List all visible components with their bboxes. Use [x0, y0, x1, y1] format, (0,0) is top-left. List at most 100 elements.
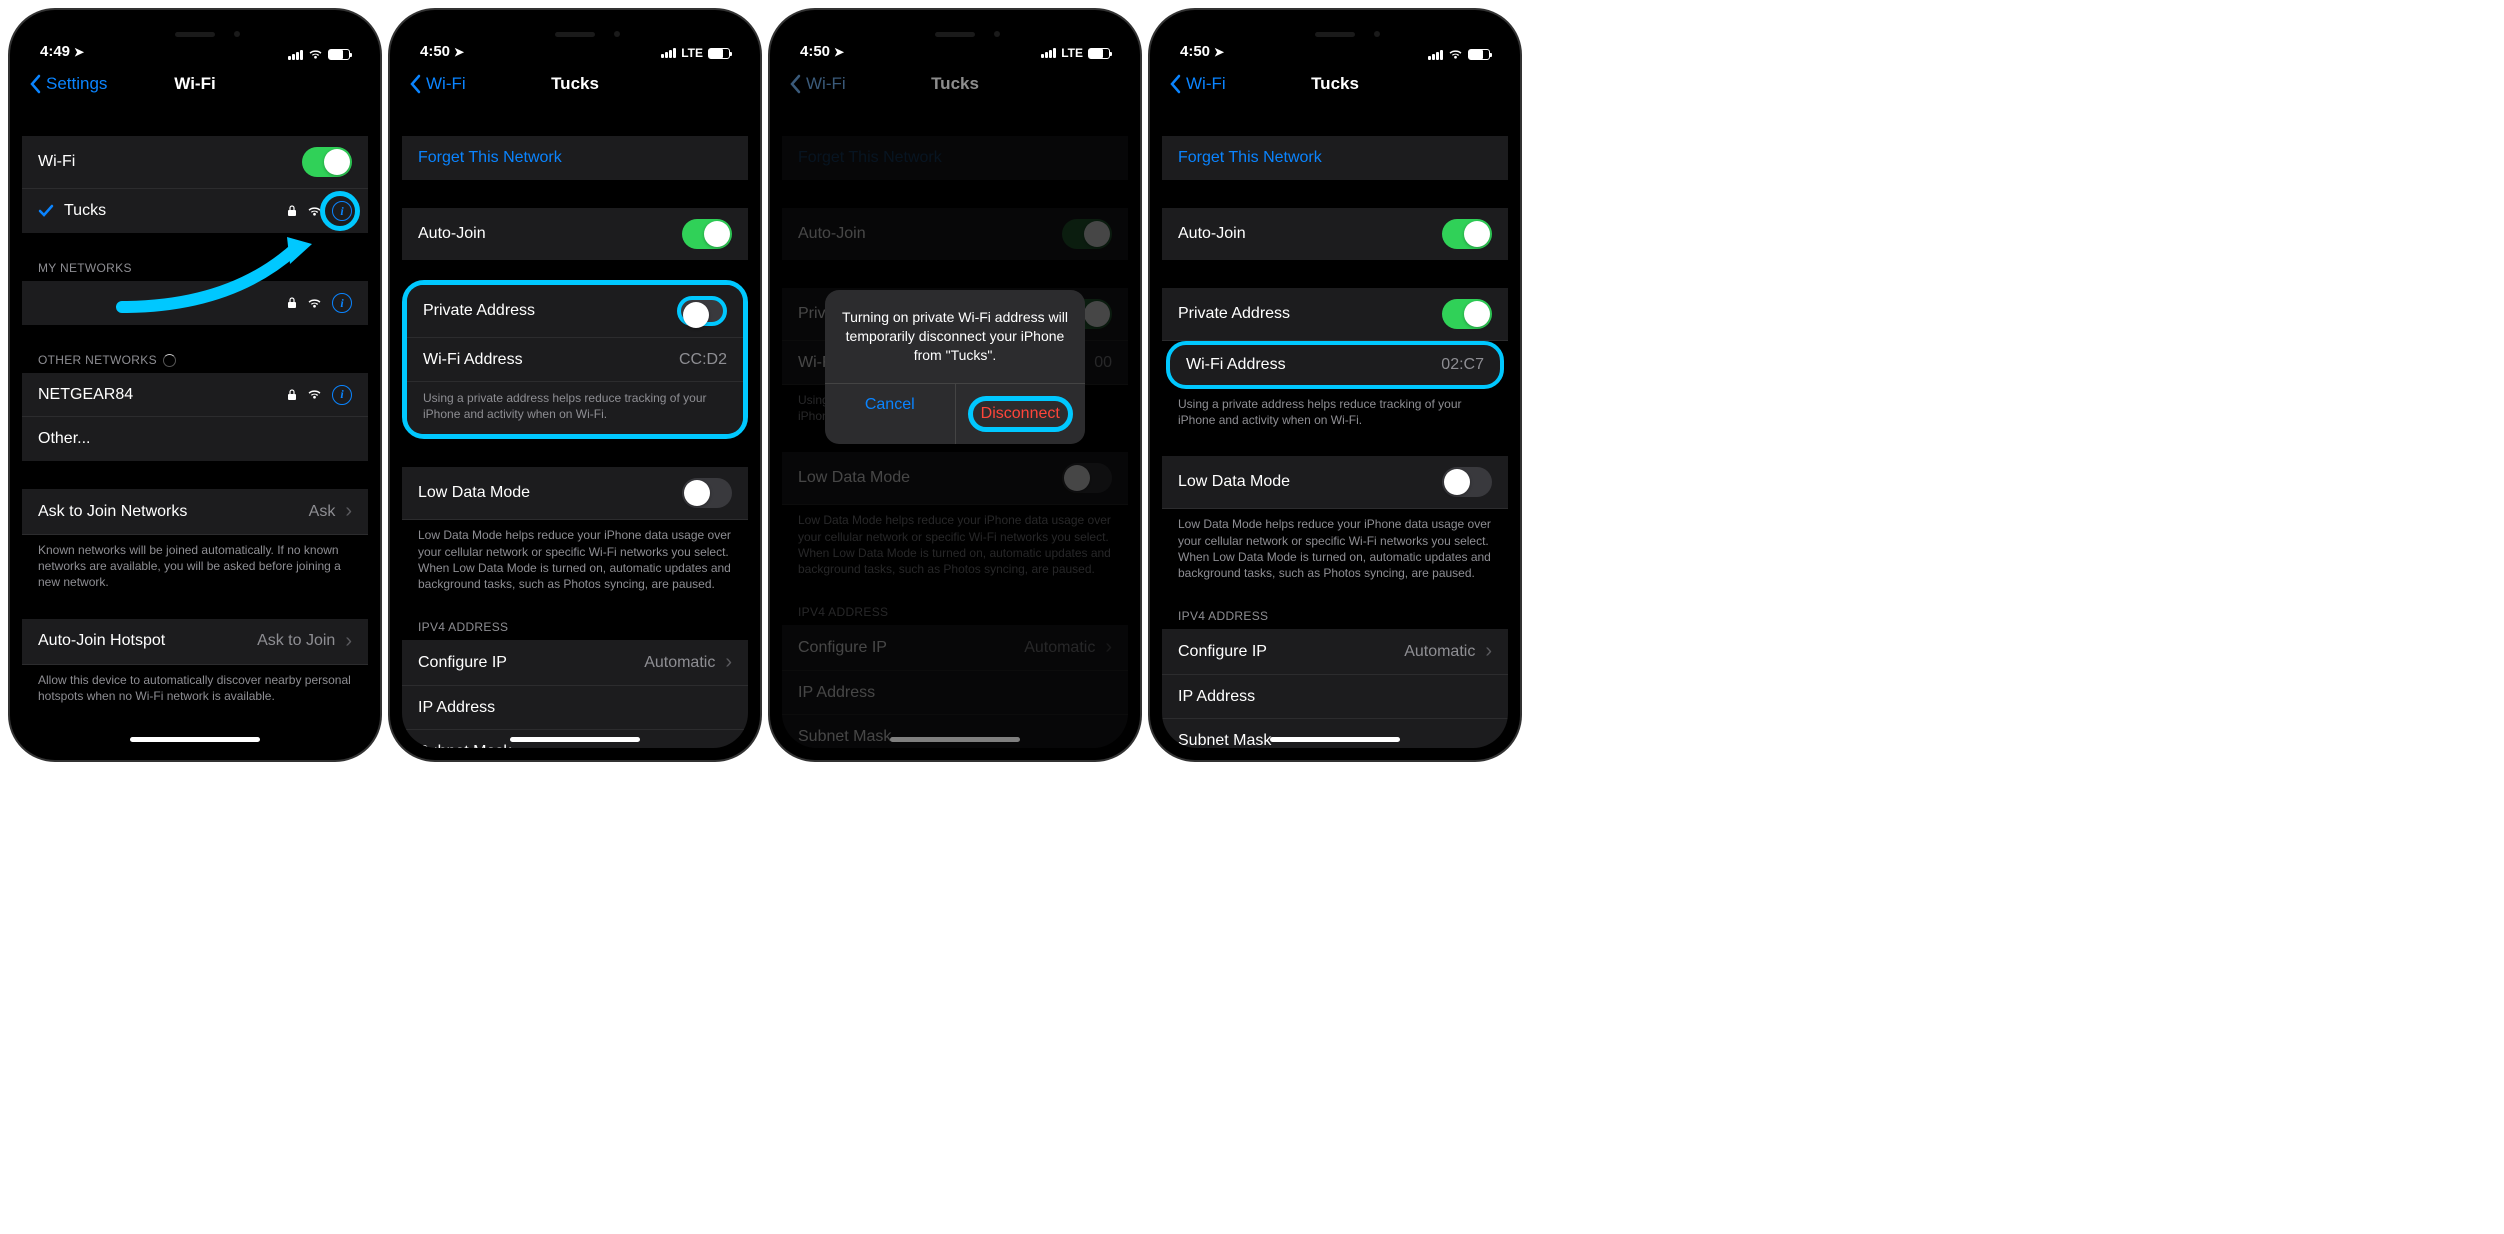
ip-address-row: IP Address [1162, 675, 1508, 719]
low-data-row[interactable]: Low Data Mode [1162, 456, 1508, 509]
status-time: 4:50 [420, 43, 450, 60]
modal-message: Turning on private Wi-Fi address will te… [825, 290, 1085, 383]
battery-icon [1088, 48, 1110, 59]
autojoin-toggle[interactable] [1442, 219, 1492, 249]
back-button[interactable]: Wi-Fi [410, 74, 466, 94]
home-indicator[interactable] [130, 737, 260, 742]
lock-icon [287, 205, 297, 217]
auto-hotspot-value: Ask to Join [257, 632, 335, 650]
info-icon[interactable]: i [332, 293, 352, 313]
auto-hotspot-row[interactable]: Auto-Join Hotspot Ask to Join› [22, 619, 368, 665]
ipv4-header: IPV4 ADDRESS [1162, 609, 1508, 629]
location-icon: ➤ [834, 45, 844, 59]
info-icon[interactable]: i [332, 201, 352, 221]
wifi-address-row: Wi-Fi Address CC:D2 [407, 338, 743, 382]
subnet-row: Subnet Mask [1162, 719, 1508, 748]
chevron-right-icon: › [345, 500, 352, 523]
spinner-icon [163, 354, 176, 367]
configure-ip-row[interactable]: Configure IP Automatic› [1162, 629, 1508, 675]
back-button: Wi-Fi [790, 74, 846, 94]
auto-hotspot-label: Auto-Join Hotspot [38, 632, 165, 650]
nav-bar: Wi-Fi Tucks [1162, 62, 1508, 106]
page-title: Tucks [551, 74, 599, 94]
status-time: 4:50 [1180, 43, 1210, 60]
low-data-row[interactable]: Low Data Mode [402, 467, 748, 520]
wifi-signal-icon [307, 206, 322, 217]
connected-network-row[interactable]: Tucks i [22, 189, 368, 233]
my-networks-header: MY NETWORKS [22, 261, 368, 281]
private-address-row[interactable]: Private Address [1162, 288, 1508, 341]
chevron-left-icon [30, 74, 42, 94]
phone-frame-2: 4:50 ➤ LTE Wi-Fi Tucks Forget This Networ… [390, 10, 760, 760]
chevron-left-icon [790, 74, 802, 94]
wifi-address-value: CC:D2 [679, 351, 727, 369]
location-icon: ➤ [454, 45, 464, 59]
other-label: Other... [38, 430, 90, 448]
notch [875, 22, 1035, 46]
wifi-icon [308, 49, 323, 60]
page-title: Tucks [931, 74, 979, 94]
nav-bar: Settings Wi-Fi [22, 62, 368, 106]
private-address-toggle[interactable] [677, 296, 727, 326]
autojoin-row[interactable]: Auto-Join [1162, 208, 1508, 260]
notch [115, 22, 275, 46]
low-data-label: Low Data Mode [418, 484, 530, 502]
other-networks-header: OTHER NETWORKS [22, 353, 368, 373]
wifi-toggle[interactable] [302, 147, 352, 177]
phone-frame-4: 4:50➤ Wi-Fi Tucks Forget This Network Au… [1150, 10, 1520, 760]
other-network-row[interactable]: NETGEAR84 i [22, 373, 368, 417]
back-button[interactable]: Wi-Fi [1170, 74, 1226, 94]
chevron-right-icon: › [1485, 640, 1492, 663]
autojoin-row[interactable]: Auto-Join [402, 208, 748, 260]
chevron-left-icon [1170, 74, 1182, 94]
autojoin-toggle[interactable] [682, 219, 732, 249]
back-button[interactable]: Settings [30, 74, 107, 94]
wifi-address-label: Wi-Fi Address [423, 351, 523, 369]
my-network-row[interactable]: i [22, 281, 368, 325]
nav-bar: Wi-Fi Tucks [402, 62, 748, 106]
lock-icon [287, 389, 297, 401]
ipv4-header: IPV4 ADDRESS [402, 620, 748, 640]
info-icon[interactable]: i [332, 385, 352, 405]
disconnect-button[interactable]: Disconnect [956, 384, 1086, 444]
configure-ip-row[interactable]: Configure IP Automatic› [402, 640, 748, 686]
network-name: Tucks [64, 202, 106, 220]
forget-network-button[interactable]: Forget This Network [402, 136, 748, 180]
private-address-label: Private Address [423, 302, 535, 320]
annotation-highlight-private: Private Address Wi-Fi Address CC:D2 Usin… [402, 280, 748, 439]
home-indicator[interactable] [1270, 737, 1400, 742]
wifi-address-value: 02:C7 [1441, 356, 1484, 374]
ip-address-row: IP Address [402, 686, 748, 730]
phone-frame-3: 4:50➤ LTE Wi-Fi Tucks Forget This Networ… [770, 10, 1140, 760]
battery-icon [708, 48, 730, 59]
ask-join-footer: Known networks will be joined automatica… [22, 535, 368, 591]
ask-join-label: Ask to Join Networks [38, 503, 187, 521]
cancel-button[interactable]: Cancel [825, 384, 956, 444]
low-data-toggle[interactable] [1442, 467, 1492, 497]
private-footer: Using a private address helps reduce tra… [1162, 389, 1508, 428]
other-network-manual[interactable]: Other... [22, 417, 368, 461]
status-time: 4:50 [800, 43, 830, 60]
lock-icon [287, 297, 297, 309]
wifi-toggle-row[interactable]: Wi-Fi [22, 136, 368, 189]
back-label: Wi-Fi [426, 74, 466, 94]
status-time: 4:49 [40, 43, 70, 60]
home-indicator[interactable] [510, 737, 640, 742]
wifi-label: Wi-Fi [38, 153, 75, 171]
chevron-left-icon [410, 74, 422, 94]
private-address-toggle[interactable] [1442, 299, 1492, 329]
private-address-row[interactable]: Private Address [407, 285, 743, 338]
ask-join-row[interactable]: Ask to Join Networks Ask › [22, 489, 368, 535]
forget-network-button[interactable]: Forget This Network [1162, 136, 1508, 180]
low-data-toggle[interactable] [682, 478, 732, 508]
lte-indicator: LTE [1061, 46, 1083, 60]
ask-join-value: Ask [309, 503, 336, 521]
back-label: Wi-Fi [806, 74, 846, 94]
lte-indicator: LTE [681, 46, 703, 60]
back-label: Wi-Fi [1186, 74, 1226, 94]
auto-hotspot-footer: Allow this device to automatically disco… [22, 665, 368, 704]
wifi-address-row: Wi-Fi Address 02:C7 [1166, 341, 1504, 389]
phone-frame-1: 4:49➤ Settings Wi-Fi Wi-Fi [10, 10, 380, 760]
low-data-footer: Low Data Mode helps reduce your iPhone d… [402, 520, 748, 592]
private-footer: Using a private address helps reduce tra… [407, 382, 743, 434]
